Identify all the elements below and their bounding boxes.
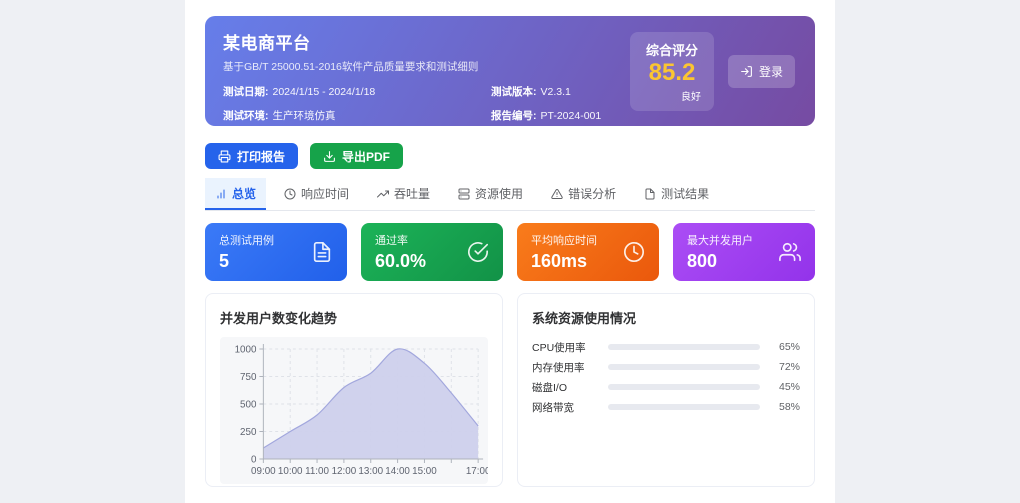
resource-label: 网络带宽	[532, 401, 574, 414]
area-chart-svg: 0250500750100009:00 10:00 11:00 12:00 13:00 1…	[235, 344, 488, 477]
clock-icon	[284, 188, 296, 200]
users-icon	[779, 241, 801, 263]
stat-card-avg-response-time: 平均响应时间 160ms	[517, 223, 659, 281]
report-meta: 测试日期: 2024/1/15 - 2024/1/18 测试版本: V2.3.1 测…	[223, 84, 601, 123]
progress-bar-track	[608, 404, 760, 410]
login-button-label: 登录	[758, 65, 783, 79]
svg-text:09:00: 09:00	[251, 466, 276, 477]
resource-label: 内存使用率	[532, 361, 585, 374]
resource-rows: CPU使用率 65% 内存使用率 72% 磁盘I/O 45% 网络带宽 58%	[532, 341, 800, 414]
stat-value: 5	[219, 251, 230, 271]
stat-card-max-concurrent-users: 最大并发用户 800	[673, 223, 815, 281]
download-icon	[323, 150, 336, 163]
stats-row: 总测试用例 5 通过率 60.0% 平均响应时间 160ms 最大并发用户 80…	[205, 223, 815, 281]
svg-text:750: 750	[240, 372, 257, 383]
tab-resource-usage[interactable]: 资源使用	[448, 178, 533, 210]
header-info: 某电商平台 基于GB/T 25000.51-2016软件产品质量要求和测试细则 …	[223, 29, 601, 122]
resource-row-disk-io: 磁盘I/O 45%	[532, 381, 800, 394]
resource-percent: 45%	[778, 381, 800, 393]
score-label: 综合评分	[645, 43, 698, 59]
progress-bar-track	[608, 344, 760, 350]
resource-row-memory: 内存使用率 72%	[532, 361, 800, 374]
printer-icon	[218, 150, 231, 163]
stat-value: 60.0%	[375, 251, 427, 271]
tab-throughput[interactable]: 吞吐量	[367, 178, 440, 210]
stat-card-pass-rate: 通过率 60.0%	[361, 223, 503, 281]
print-report-label: 打印报告	[237, 149, 286, 164]
server-icon	[458, 188, 470, 200]
meta-report-number: 报告编号: PT-2024-001	[491, 110, 602, 122]
tab-test-results[interactable]: 测试结果	[634, 178, 719, 210]
export-pdf-label: 导出PDF	[342, 149, 391, 164]
panels-row: 并发用户数变化趋势 0 250 500 750 1000 09:00 10:00 11:00 1…	[205, 293, 815, 487]
stat-card-total-cases: 总测试用例 5	[205, 223, 347, 281]
tab-throughput-label: 吞吐量	[394, 187, 431, 201]
clock-icon	[623, 241, 645, 263]
overall-score-card: 综合评分 85.2 良好	[629, 32, 714, 111]
resource-label: CPU使用率	[532, 341, 586, 354]
resource-label: 磁盘I/O	[532, 381, 568, 394]
svg-text:15:00: 15:00	[412, 466, 437, 477]
meta-test-version: 测试版本: V2.3.1	[491, 86, 571, 98]
stat-label: 最大并发用户	[687, 235, 753, 247]
system-resource-panel: 系统资源使用情况 CPU使用率 65% 内存使用率 72% 磁盘I/O 45%	[517, 293, 815, 487]
stat-value: 160ms	[531, 251, 588, 271]
export-pdf-button[interactable]: 导出PDF	[310, 143, 404, 169]
progress-bar-track	[608, 364, 760, 370]
concurrent-users-trend-panel: 并发用户数变化趋势 0 250 500 750 1000 09:00 10:00 11:00 1…	[205, 293, 503, 487]
resource-percent: 58%	[778, 401, 800, 413]
file-text-icon	[311, 241, 333, 263]
svg-text:0: 0	[251, 454, 257, 465]
tab-error-analysis-label: 错误分析	[568, 187, 617, 201]
score-value: 85.2	[648, 59, 696, 87]
resource-percent: 72%	[778, 361, 800, 373]
login-button[interactable]: 登录	[727, 55, 795, 88]
resource-panel-title: 系统资源使用情况	[532, 311, 637, 326]
tab-resource-usage-label: 资源使用	[475, 187, 524, 201]
tab-overview-label: 总览	[232, 187, 257, 201]
stat-label: 通过率	[375, 235, 408, 247]
print-report-button[interactable]: 打印报告	[205, 143, 299, 169]
action-buttons: 打印报告 导出PDF	[205, 143, 815, 169]
score-grade: 良好	[680, 91, 701, 103]
trend-icon	[377, 188, 390, 200]
tab-response-time[interactable]: 响应时间	[274, 178, 359, 210]
stat-value: 800	[687, 251, 718, 271]
check-circle-icon	[467, 241, 489, 263]
svg-text:14:00: 14:00	[385, 466, 410, 477]
progress-bar-track	[608, 384, 760, 390]
file-icon	[644, 188, 656, 200]
log-in-icon	[740, 65, 753, 78]
svg-text:17:00: 17:00	[466, 466, 488, 477]
report-header: 某电商平台 基于GB/T 25000.51-2016软件产品质量要求和测试细则 …	[205, 16, 815, 126]
report-page: 某电商平台 基于GB/T 25000.51-2016软件产品质量要求和测试细则 …	[185, 0, 835, 503]
resource-row-network: 网络带宽 58%	[532, 401, 800, 414]
header-right: 综合评分 85.2 良好 登录	[629, 29, 797, 114]
tab-test-results-label: 测试结果	[661, 187, 710, 201]
svg-text:13:00: 13:00	[358, 466, 383, 477]
svg-text:12:00: 12:00	[332, 466, 357, 477]
svg-text:1000: 1000	[235, 344, 257, 355]
tab-response-time-label: 响应时间	[301, 187, 350, 201]
resource-percent: 65%	[778, 341, 800, 353]
svg-text:11:00: 11:00	[305, 466, 329, 477]
bar-chart-icon	[215, 188, 227, 200]
svg-text:10:00: 10:00	[278, 466, 303, 477]
tab-overview[interactable]: 总览	[205, 178, 267, 210]
meta-test-environment: 测试环境: 生产环境仿真	[223, 110, 336, 122]
stat-label: 平均响应时间	[531, 235, 597, 247]
tab-error-analysis[interactable]: 错误分析	[541, 178, 626, 210]
chart-panel-title: 并发用户数变化趋势	[220, 311, 338, 326]
report-tabbar: 总览 响应时间 吞吐量 资源使用 错误分析 测试结果	[205, 178, 815, 211]
alert-triangle-icon	[551, 188, 563, 200]
meta-test-date: 测试日期: 2024/1/15 - 2024/1/18	[223, 86, 376, 98]
stat-label: 总测试用例	[219, 235, 274, 247]
concurrent-users-area-chart: 0 250 500 750 1000 09:00 10:00 11:00 12:00 13:00 1…	[220, 337, 488, 484]
svg-text:500: 500	[240, 399, 257, 410]
page-title: 某电商平台	[223, 34, 311, 53]
page-subtitle: 基于GB/T 25000.51-2016软件产品质量要求和测试细则	[223, 61, 479, 73]
resource-row-cpu: CPU使用率 65%	[532, 341, 800, 354]
svg-text:250: 250	[240, 427, 257, 438]
